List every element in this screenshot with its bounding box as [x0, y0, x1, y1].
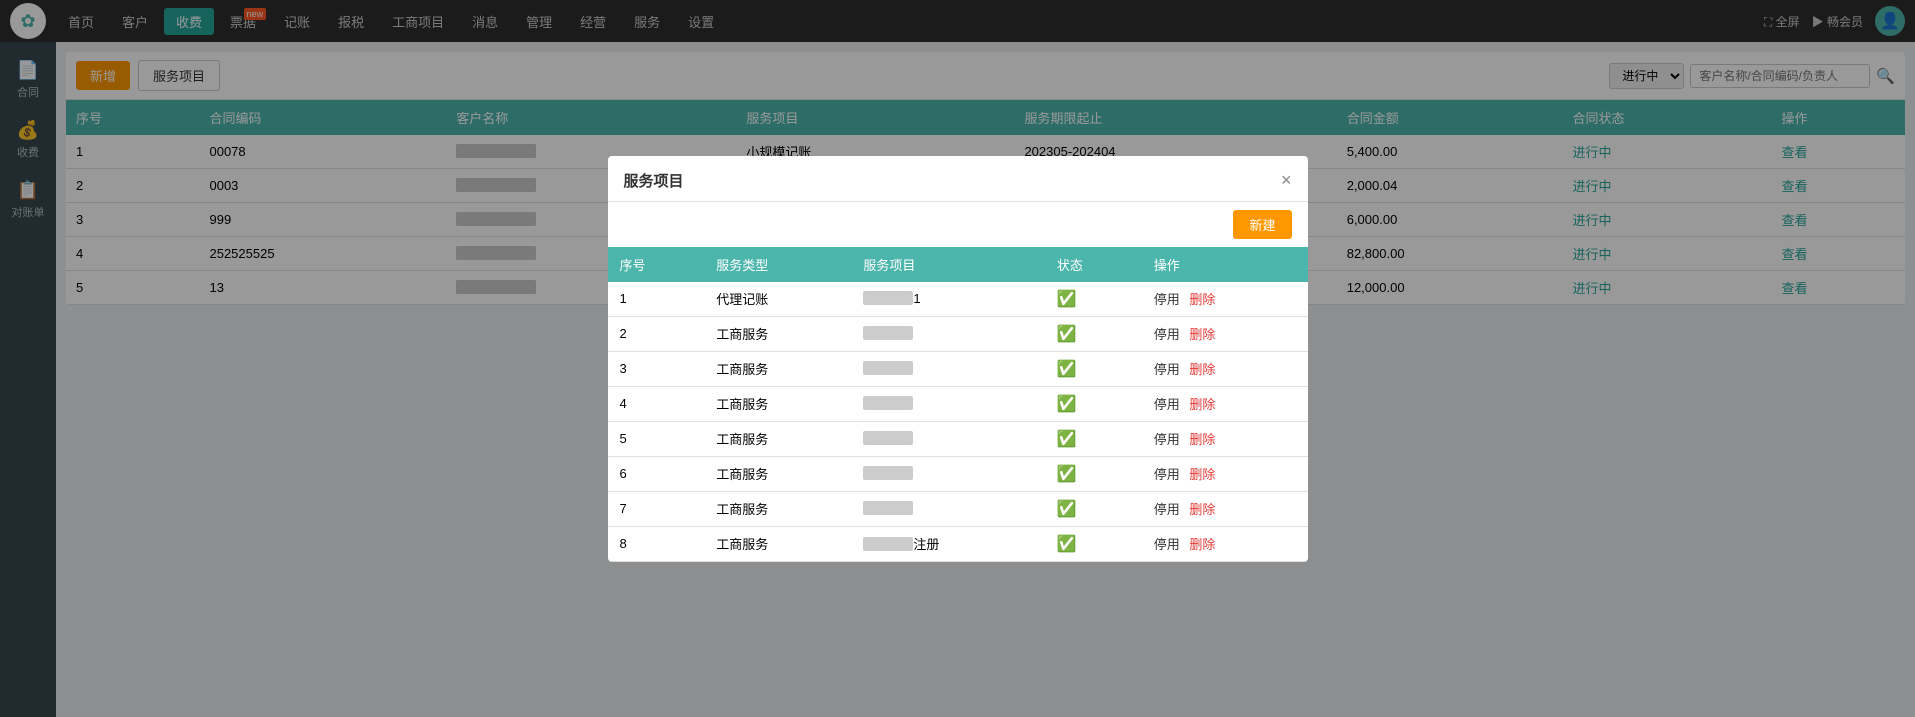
modal-body: 序号 服务类型 服务项目 状态 操作 1 代理记账 1 ✅ 停用 删除 2 工商…	[608, 247, 1308, 562]
modal-cell-status: ✅	[1045, 386, 1142, 421]
modal-col-action: 操作	[1142, 247, 1308, 282]
delete-button[interactable]: 删除	[1189, 327, 1215, 342]
status-check-icon: ✅	[1057, 396, 1077, 413]
modal-toolbar: 新建	[608, 202, 1308, 247]
delete-button[interactable]: 删除	[1189, 397, 1215, 412]
modal-cell-project: 注册	[851, 526, 1045, 561]
modal-cell-action: 停用 删除	[1142, 386, 1308, 421]
status-check-icon: ✅	[1057, 431, 1077, 448]
modal-table-row: 1 代理记账 1 ✅ 停用 删除	[608, 282, 1308, 317]
modal-cell-seq: 6	[608, 456, 705, 491]
stop-button[interactable]: 停用	[1154, 327, 1180, 342]
modal-cell-status: ✅	[1045, 421, 1142, 456]
modal-cell-type: 工商服务	[704, 316, 851, 351]
stop-button[interactable]: 停用	[1154, 537, 1180, 552]
modal-cell-status: ✅	[1045, 351, 1142, 386]
modal-cell-project	[851, 491, 1045, 526]
modal-table-row: 3 工商服务 ✅ 停用 删除	[608, 351, 1308, 386]
delete-button[interactable]: 删除	[1189, 292, 1215, 307]
modal-cell-action: 停用 删除	[1142, 421, 1308, 456]
modal-table-row: 8 工商服务 注册 ✅ 停用 删除	[608, 526, 1308, 561]
status-check-icon: ✅	[1057, 466, 1077, 483]
modal-cell-seq: 8	[608, 526, 705, 561]
modal-cell-project	[851, 421, 1045, 456]
status-check-icon: ✅	[1057, 291, 1077, 308]
modal-cell-seq: 1	[608, 282, 705, 317]
modal-cell-status: ✅	[1045, 282, 1142, 317]
modal-overlay[interactable]: 服务项目 × 新建 序号 服务类型 服务项目 状态 操作 1 代理记账	[0, 0, 1915, 717]
modal-cell-project	[851, 316, 1045, 351]
modal-cell-seq: 5	[608, 421, 705, 456]
modal-col-status: 状态	[1045, 247, 1142, 282]
modal-cell-status: ✅	[1045, 526, 1142, 561]
stop-button[interactable]: 停用	[1154, 397, 1180, 412]
modal-cell-seq: 2	[608, 316, 705, 351]
stop-button[interactable]: 停用	[1154, 502, 1180, 517]
delete-button[interactable]: 删除	[1189, 467, 1215, 482]
modal-cell-action: 停用 删除	[1142, 456, 1308, 491]
stop-button[interactable]: 停用	[1154, 432, 1180, 447]
delete-button[interactable]: 删除	[1189, 362, 1215, 377]
delete-button[interactable]: 删除	[1189, 537, 1215, 552]
modal-table-row: 7 工商服务 ✅ 停用 删除	[608, 491, 1308, 526]
modal-cell-seq: 3	[608, 351, 705, 386]
delete-button[interactable]: 删除	[1189, 502, 1215, 517]
modal-cell-project	[851, 386, 1045, 421]
status-check-icon: ✅	[1057, 326, 1077, 343]
modal-cell-seq: 7	[608, 491, 705, 526]
modal-table-row: 5 工商服务 ✅ 停用 删除	[608, 421, 1308, 456]
status-check-icon: ✅	[1057, 501, 1077, 518]
modal-col-project: 服务项目	[851, 247, 1045, 282]
service-modal: 服务项目 × 新建 序号 服务类型 服务项目 状态 操作 1 代理记账	[608, 156, 1308, 562]
modal-cell-project: 1	[851, 282, 1045, 317]
modal-cell-status: ✅	[1045, 491, 1142, 526]
modal-col-seq: 序号	[608, 247, 705, 282]
modal-cell-action: 停用 删除	[1142, 491, 1308, 526]
modal-header: 服务项目 ×	[608, 156, 1308, 202]
modal-col-type: 服务类型	[704, 247, 851, 282]
modal-cell-type: 工商服务	[704, 351, 851, 386]
stop-button[interactable]: 停用	[1154, 292, 1180, 307]
modal-cell-type: 工商服务	[704, 386, 851, 421]
modal-cell-action: 停用 删除	[1142, 526, 1308, 561]
modal-table-row: 4 工商服务 ✅ 停用 删除	[608, 386, 1308, 421]
modal-cell-action: 停用 删除	[1142, 282, 1308, 317]
modal-cell-type: 工商服务	[704, 491, 851, 526]
modal-new-button[interactable]: 新建	[1233, 210, 1291, 239]
status-check-icon: ✅	[1057, 536, 1077, 553]
modal-cell-status: ✅	[1045, 316, 1142, 351]
stop-button[interactable]: 停用	[1154, 362, 1180, 377]
modal-cell-type: 工商服务	[704, 456, 851, 491]
modal-cell-action: 停用 删除	[1142, 351, 1308, 386]
modal-table-row: 6 工商服务 ✅ 停用 删除	[608, 456, 1308, 491]
modal-table-row: 2 工商服务 ✅ 停用 删除	[608, 316, 1308, 351]
stop-button[interactable]: 停用	[1154, 467, 1180, 482]
status-check-icon: ✅	[1057, 361, 1077, 378]
modal-cell-type: 工商服务	[704, 526, 851, 561]
modal-cell-status: ✅	[1045, 456, 1142, 491]
modal-cell-type: 代理记账	[704, 282, 851, 317]
modal-close-button[interactable]: ×	[1281, 170, 1292, 191]
modal-title: 服务项目	[624, 170, 684, 191]
modal-cell-seq: 4	[608, 386, 705, 421]
modal-cell-type: 工商服务	[704, 421, 851, 456]
service-table: 序号 服务类型 服务项目 状态 操作 1 代理记账 1 ✅ 停用 删除 2 工商…	[608, 247, 1308, 562]
modal-cell-project	[851, 456, 1045, 491]
delete-button[interactable]: 删除	[1189, 432, 1215, 447]
modal-cell-project	[851, 351, 1045, 386]
modal-cell-action: 停用 删除	[1142, 316, 1308, 351]
